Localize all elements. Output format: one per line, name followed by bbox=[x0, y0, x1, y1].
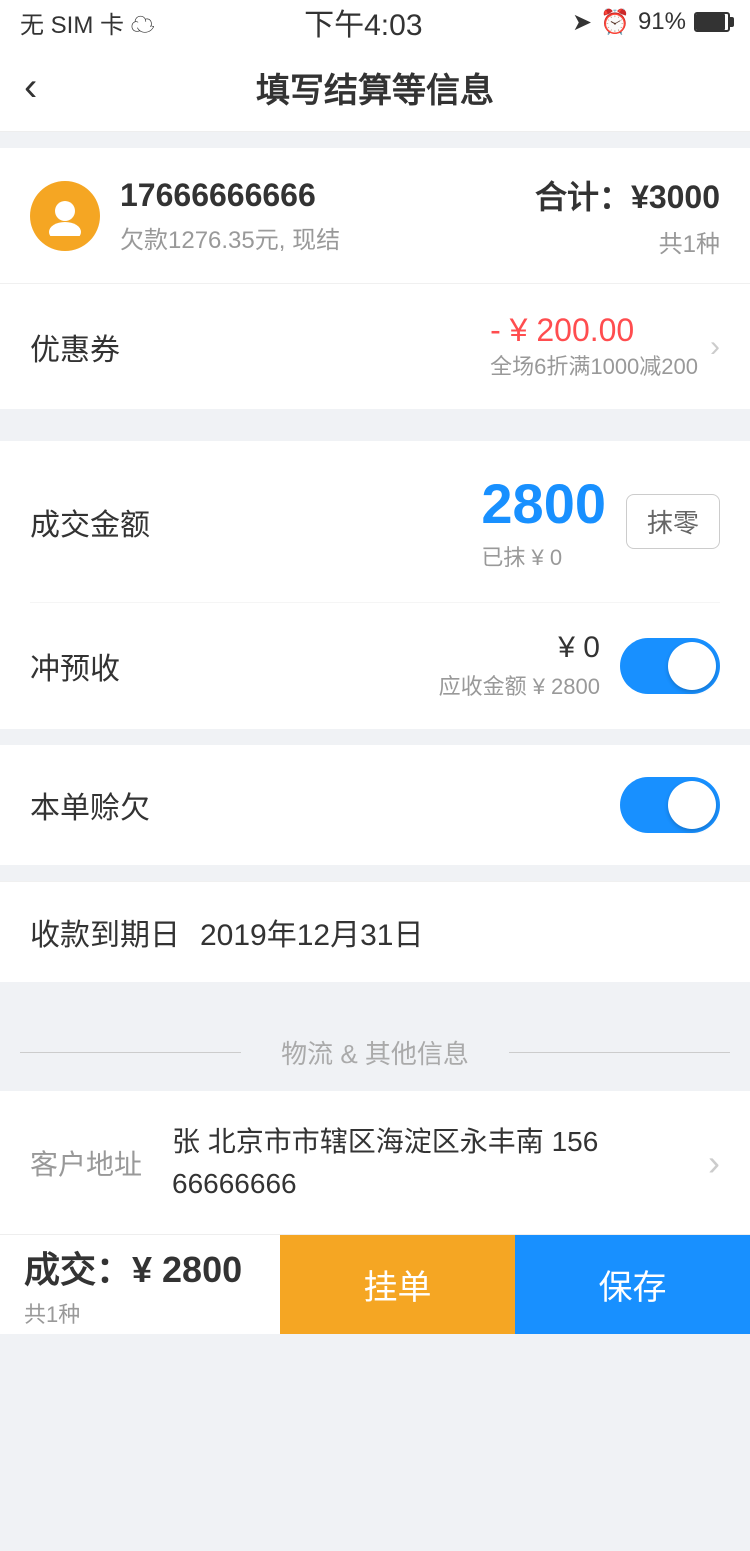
back-button[interactable]: ‹ bbox=[24, 65, 37, 110]
round-button[interactable]: 抹零 bbox=[626, 494, 720, 549]
logistics-line-right bbox=[509, 1052, 730, 1053]
amount-value: 2800 bbox=[481, 471, 606, 536]
bottom-deal: 成交：¥ 2800 bbox=[24, 1241, 256, 1293]
location-icon: ➤ bbox=[572, 8, 592, 37]
bottom-deal-label: 成交： bbox=[24, 1249, 132, 1290]
avatar bbox=[30, 181, 100, 251]
address-chevron-icon: › bbox=[708, 1145, 720, 1181]
coupon-row[interactable]: 优惠券 - ¥ 200.00 全场6折满1000减200 › bbox=[0, 283, 750, 409]
save-button[interactable]: 保存 bbox=[515, 1235, 750, 1334]
debt-row: 本单赊欠 bbox=[0, 745, 750, 865]
duedate-label: 收款到期日 bbox=[30, 910, 180, 954]
coupon-desc: 全场6折满1000减200 bbox=[490, 349, 698, 381]
prepay-label: 冲预收 bbox=[30, 644, 120, 688]
bottom-count: 共1种 bbox=[24, 1297, 256, 1329]
debt-label: 本单赊欠 bbox=[30, 783, 150, 827]
page-title: 填写结算等信息 bbox=[256, 63, 494, 112]
divider-2 bbox=[0, 729, 750, 745]
user-sub-info: 欠款1276.35元, 现结 bbox=[120, 220, 535, 255]
alarm-icon: ⏰ bbox=[600, 8, 630, 37]
prepay-row: 冲预收 ¥ 0 应收金额 ¥ 2800 bbox=[30, 603, 720, 729]
user-info: 17666666666 欠款1276.35元, 现结 bbox=[120, 177, 535, 255]
coupon-right: - ¥ 200.00 全场6折满1000减200 › bbox=[490, 312, 720, 381]
hang-button[interactable]: 挂单 bbox=[280, 1235, 515, 1334]
prepay-amount-group: ¥ 0 应收金额 ¥ 2800 bbox=[439, 631, 600, 701]
prepay-right: ¥ 0 应收金额 ¥ 2800 bbox=[439, 631, 720, 701]
battery-text: 91% bbox=[638, 8, 686, 36]
duedate-value: 2019年12月31日 bbox=[200, 910, 423, 954]
user-row: 17666666666 欠款1276.35元, 现结 合计：¥3000 共1种 bbox=[0, 148, 750, 283]
status-right: ➤ ⏰ 91% bbox=[572, 8, 730, 37]
signal-text: 无 SIM 卡 ☁ bbox=[20, 5, 155, 40]
prepay-amount: ¥ 0 bbox=[439, 631, 600, 665]
user-total-count: 共1种 bbox=[535, 224, 720, 259]
amount-label: 成交金额 bbox=[30, 500, 150, 544]
nav-bar: ‹ 填写结算等信息 bbox=[0, 44, 750, 132]
battery-icon bbox=[694, 12, 730, 32]
divider-3 bbox=[0, 998, 750, 1014]
logistics-text: 物流 & 其他信息 bbox=[261, 1034, 489, 1071]
user-info-section: 17666666666 欠款1276.35元, 现结 合计：¥3000 共1种 … bbox=[0, 148, 750, 409]
chevron-right-icon: › bbox=[710, 332, 720, 362]
status-time: 下午4:03 bbox=[304, 0, 422, 44]
prepay-sub: 应收金额 ¥ 2800 bbox=[439, 669, 600, 701]
amount-section: 成交金额 2800 已抹 ¥ 0 抹零 冲预收 ¥ 0 应收金额 ¥ 2800 bbox=[0, 441, 750, 729]
address-value: 张 北京市市辖区海淀区永丰南 156 66666666 bbox=[172, 1121, 708, 1205]
duedate-row: 收款到期日 2019年12月31日 bbox=[0, 881, 750, 982]
status-left: 无 SIM 卡 ☁ bbox=[20, 5, 155, 40]
amount-right: 2800 已抹 ¥ 0 抹零 bbox=[481, 471, 720, 572]
logistics-divider: 物流 & 其他信息 bbox=[0, 1014, 750, 1091]
user-total-amount: 合计：¥3000 bbox=[535, 172, 720, 218]
bottom-deal-amount: ¥ 2800 bbox=[132, 1249, 242, 1290]
amount-row: 成交金额 2800 已抹 ¥ 0 抹零 bbox=[30, 441, 720, 603]
user-total: 合计：¥3000 共1种 bbox=[535, 172, 720, 259]
bottom-summary: 成交：¥ 2800 共1种 bbox=[0, 1241, 280, 1329]
debt-toggle[interactable] bbox=[620, 777, 720, 833]
bottom-bar: 成交：¥ 2800 共1种 挂单 保存 bbox=[0, 1234, 750, 1334]
prepay-toggle[interactable] bbox=[620, 638, 720, 694]
user-avatar-icon bbox=[45, 196, 85, 236]
total-value: ¥3000 bbox=[631, 179, 720, 215]
status-bar: 无 SIM 卡 ☁ 下午4:03 ➤ ⏰ 91% bbox=[0, 0, 750, 44]
coupon-label: 优惠券 bbox=[30, 325, 120, 369]
user-phone: 17666666666 bbox=[120, 177, 535, 214]
coupon-discount: - ¥ 200.00 bbox=[490, 312, 698, 349]
amount-sub: 已抹 ¥ 0 bbox=[481, 540, 606, 572]
divider-1 bbox=[0, 425, 750, 441]
address-label: 客户地址 bbox=[30, 1143, 142, 1183]
logistics-line-left bbox=[20, 1052, 241, 1053]
address-row[interactable]: 客户地址 张 北京市市辖区海淀区永丰南 156 66666666 › bbox=[0, 1091, 750, 1235]
total-label: 合计： bbox=[535, 179, 631, 215]
